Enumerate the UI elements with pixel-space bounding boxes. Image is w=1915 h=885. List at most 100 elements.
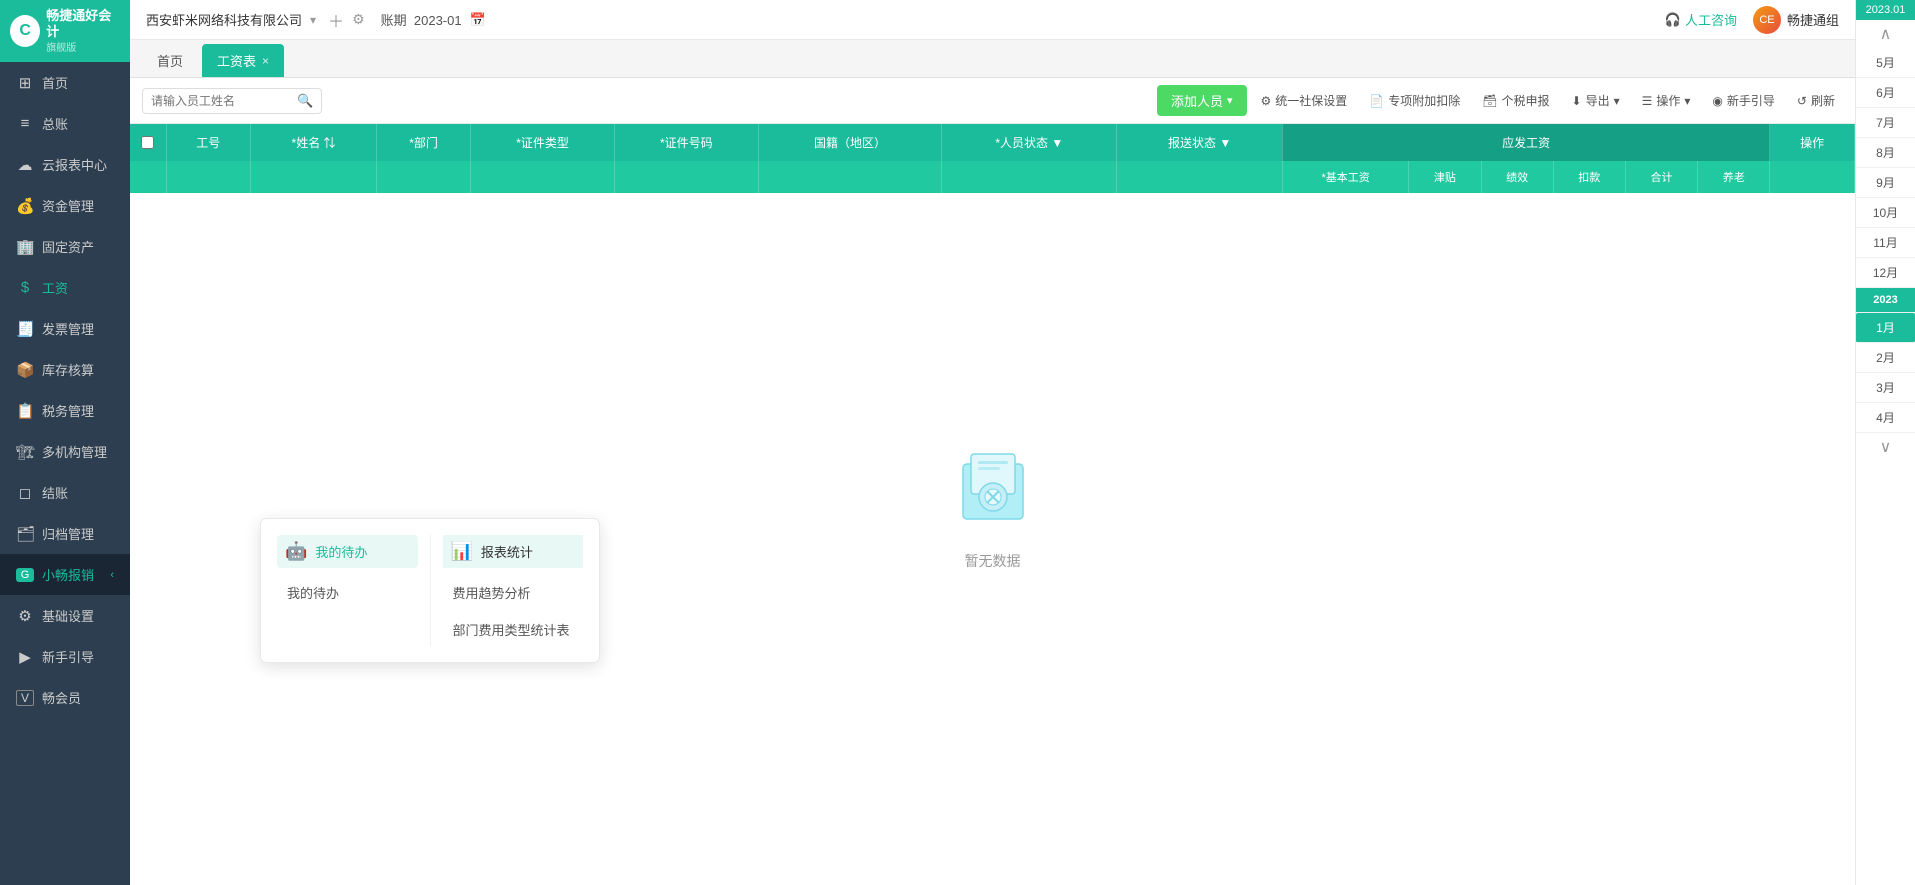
tab-home[interactable]: 首页	[142, 44, 198, 77]
close-acct-icon: ◻	[16, 484, 34, 502]
logo-icon: C	[10, 15, 40, 47]
sidebar-item-label: 固定资产	[42, 237, 94, 256]
col-nationality: 国籍（地区）	[758, 124, 942, 161]
date-month-9[interactable]: 9月	[1856, 168, 1915, 198]
tab-salary-table[interactable]: 工资表 ×	[202, 44, 284, 77]
sidebar-item-basic-settings[interactable]: ⚙ 基础设置	[0, 595, 130, 636]
sub-col-total: 合计	[1625, 161, 1697, 193]
company-dropdown-icon[interactable]: ▾	[310, 13, 316, 27]
operate-dropdown-icon: ▾	[1684, 94, 1690, 108]
date-month-3[interactable]: 3月	[1856, 373, 1915, 403]
sidebar-item-cloud-report[interactable]: ☁ 云报表中心	[0, 144, 130, 185]
home-icon: ⊞	[16, 74, 34, 92]
date-year-2023-label: 2023	[1856, 288, 1915, 313]
sidebar-item-archive[interactable]: 🗂 归档管理	[0, 513, 130, 554]
sidebar-item-new-guide[interactable]: ▶ 新手引导	[0, 636, 130, 677]
date-month-4[interactable]: 4月	[1856, 403, 1915, 433]
col-operate: 操作	[1770, 124, 1855, 161]
popup-col-todo: 🤖 我的待办 我的待办	[277, 535, 418, 646]
sub-col-pension: 养老	[1698, 161, 1770, 193]
sidebar-item-tax[interactable]: 📋 税务管理	[0, 390, 130, 431]
col-job-number: 工号	[166, 124, 251, 161]
sidebar-item-salary[interactable]: $ 工资	[0, 267, 130, 308]
date-panel-scroll[interactable]: ∧ 5月 6月 7月 8月 9月 10月 11月 12月 2023 1月 2月 …	[1856, 20, 1915, 885]
finance-icon: 💰	[16, 197, 34, 215]
sidebar-item-label: 结账	[42, 483, 68, 502]
sidebar-item-invoice[interactable]: 🧾 发票管理	[0, 308, 130, 349]
social-security-icon: ⚙	[1261, 94, 1272, 108]
sidebar-item-member[interactable]: V 畅会员	[0, 677, 130, 718]
col-wage-group: 应发工资	[1282, 124, 1769, 161]
new-guide-btn[interactable]: ◉ 新手引导	[1704, 88, 1783, 113]
date-month-1[interactable]: 1月	[1856, 313, 1915, 343]
search-input[interactable]	[151, 94, 291, 108]
sidebar-item-close-account[interactable]: ◻ 结账	[0, 472, 130, 513]
popup-menu: 🤖 我的待办 我的待办 📊 报表统计 费用趋势分析 部门费用类型统计表	[260, 518, 600, 663]
app-title: 畅捷通好会计	[46, 8, 120, 39]
tax-report-btn[interactable]: 🗃 个税申报	[1474, 88, 1557, 113]
date-month-8[interactable]: 8月	[1856, 138, 1915, 168]
sidebar-item-finance[interactable]: 💰 资金管理	[0, 185, 130, 226]
member-icon: V	[16, 690, 34, 706]
add-company-icon[interactable]: ＋	[328, 8, 344, 32]
refresh-btn[interactable]: ↺ 刷新	[1789, 88, 1843, 113]
sub-col-allowance: 津贴	[1409, 161, 1481, 193]
sidebar-item-label: 多机构管理	[42, 442, 107, 461]
special-deduction-btn[interactable]: 📄 专项附加扣除	[1361, 88, 1468, 113]
tax-icon: 📋	[16, 402, 34, 420]
calendar-icon[interactable]: 📅	[470, 12, 486, 28]
sidebar-item-label: 归档管理	[42, 524, 94, 543]
select-all-checkbox[interactable]	[141, 136, 154, 149]
sidebar-item-expense[interactable]: G 小畅报销 ‹	[0, 554, 130, 595]
col-name: *姓名 ⇅	[251, 124, 377, 161]
date-month-2[interactable]: 2月	[1856, 343, 1915, 373]
popup-col-report: 📊 报表统计 费用趋势分析 部门费用类型统计表	[443, 535, 584, 646]
date-month-12[interactable]: 12月	[1856, 258, 1915, 288]
salary-table: 工号 *姓名 ⇅ *部门 *证件类型 *证件号码 国籍（地区） *人员状态 ▼ …	[130, 124, 1855, 193]
sidebar-item-home[interactable]: ⊞ 首页	[0, 62, 130, 103]
date-month-10[interactable]: 10月	[1856, 198, 1915, 228]
settings-gear-icon[interactable]: ⚙	[352, 11, 365, 28]
popup-dept-cost-item[interactable]: 部门费用类型统计表	[443, 613, 584, 646]
date-panel-year: 2023.01	[1856, 0, 1915, 20]
popup-todo-header[interactable]: 🤖 我的待办	[277, 535, 418, 568]
social-security-btn[interactable]: ⚙ 统一社保设置	[1253, 88, 1356, 113]
sidebar-item-multi-org[interactable]: 🏗 多机构管理	[0, 431, 130, 472]
date-scroll-up[interactable]: ∧	[1856, 20, 1915, 48]
sidebar-item-inventory[interactable]: 📦 库存核算	[0, 349, 130, 390]
service-button[interactable]: 🎧 人工咨询	[1665, 10, 1737, 29]
invoice-icon: 🧾	[16, 320, 34, 338]
sidebar-item-fixed-assets[interactable]: 🏢 固定资产	[0, 226, 130, 267]
sidebar-item-label: 税务管理	[42, 401, 94, 420]
sidebar-item-label: 库存核算	[42, 360, 94, 379]
date-month-5[interactable]: 5月	[1856, 48, 1915, 78]
col-send-status: 报送状态 ▼	[1117, 124, 1282, 161]
tax-icon: 🗃	[1482, 94, 1497, 108]
col-department: *部门	[377, 124, 471, 161]
date-month-7[interactable]: 7月	[1856, 108, 1915, 138]
date-month-6[interactable]: 6月	[1856, 78, 1915, 108]
popup-todo-item[interactable]: 我的待办	[277, 576, 418, 609]
report-icon: 📊	[451, 541, 473, 562]
tab-close-icon[interactable]: ×	[262, 54, 269, 68]
user-menu[interactable]: CE 畅捷通组	[1753, 6, 1839, 34]
export-btn[interactable]: ⬇ 导出 ▾	[1564, 88, 1628, 113]
date-month-11[interactable]: 11月	[1856, 228, 1915, 258]
sidebar-item-label: 基础设置	[42, 606, 94, 625]
sidebar-item-label: 总账	[42, 114, 68, 133]
date-scroll-down[interactable]: ∨	[1856, 433, 1915, 461]
topbar: 西安虾米网络科技有限公司 ▾ ＋ ⚙ 账期 2023-01 📅 🎧 人工咨询 C…	[130, 0, 1855, 40]
username: 畅捷通组	[1787, 10, 1839, 29]
toolbar-right: 添加人员 ▾ ⚙ 统一社保设置 📄 专项附加扣除 🗃 个税申报 ⬇ 导出	[1157, 85, 1843, 116]
popup-cost-trend-item[interactable]: 费用趋势分析	[443, 576, 584, 609]
add-person-button[interactable]: 添加人员 ▾	[1157, 85, 1247, 116]
salary-icon: $	[16, 279, 34, 296]
avatar: CE	[1753, 6, 1781, 34]
popup-report-header[interactable]: 📊 报表统计	[443, 535, 584, 568]
dropdown-arrow-icon: ▾	[1227, 94, 1233, 107]
operate-btn[interactable]: ☰ 操作 ▾	[1634, 88, 1699, 113]
search-icon[interactable]: 🔍	[297, 93, 313, 109]
sidebar-item-ledger[interactable]: ≡ 总账	[0, 103, 130, 144]
date-panel: 2023.01 ∧ 5月 6月 7月 8月 9月 10月 11月 12月 202…	[1855, 0, 1915, 885]
sidebar-item-label: 工资	[42, 278, 68, 297]
